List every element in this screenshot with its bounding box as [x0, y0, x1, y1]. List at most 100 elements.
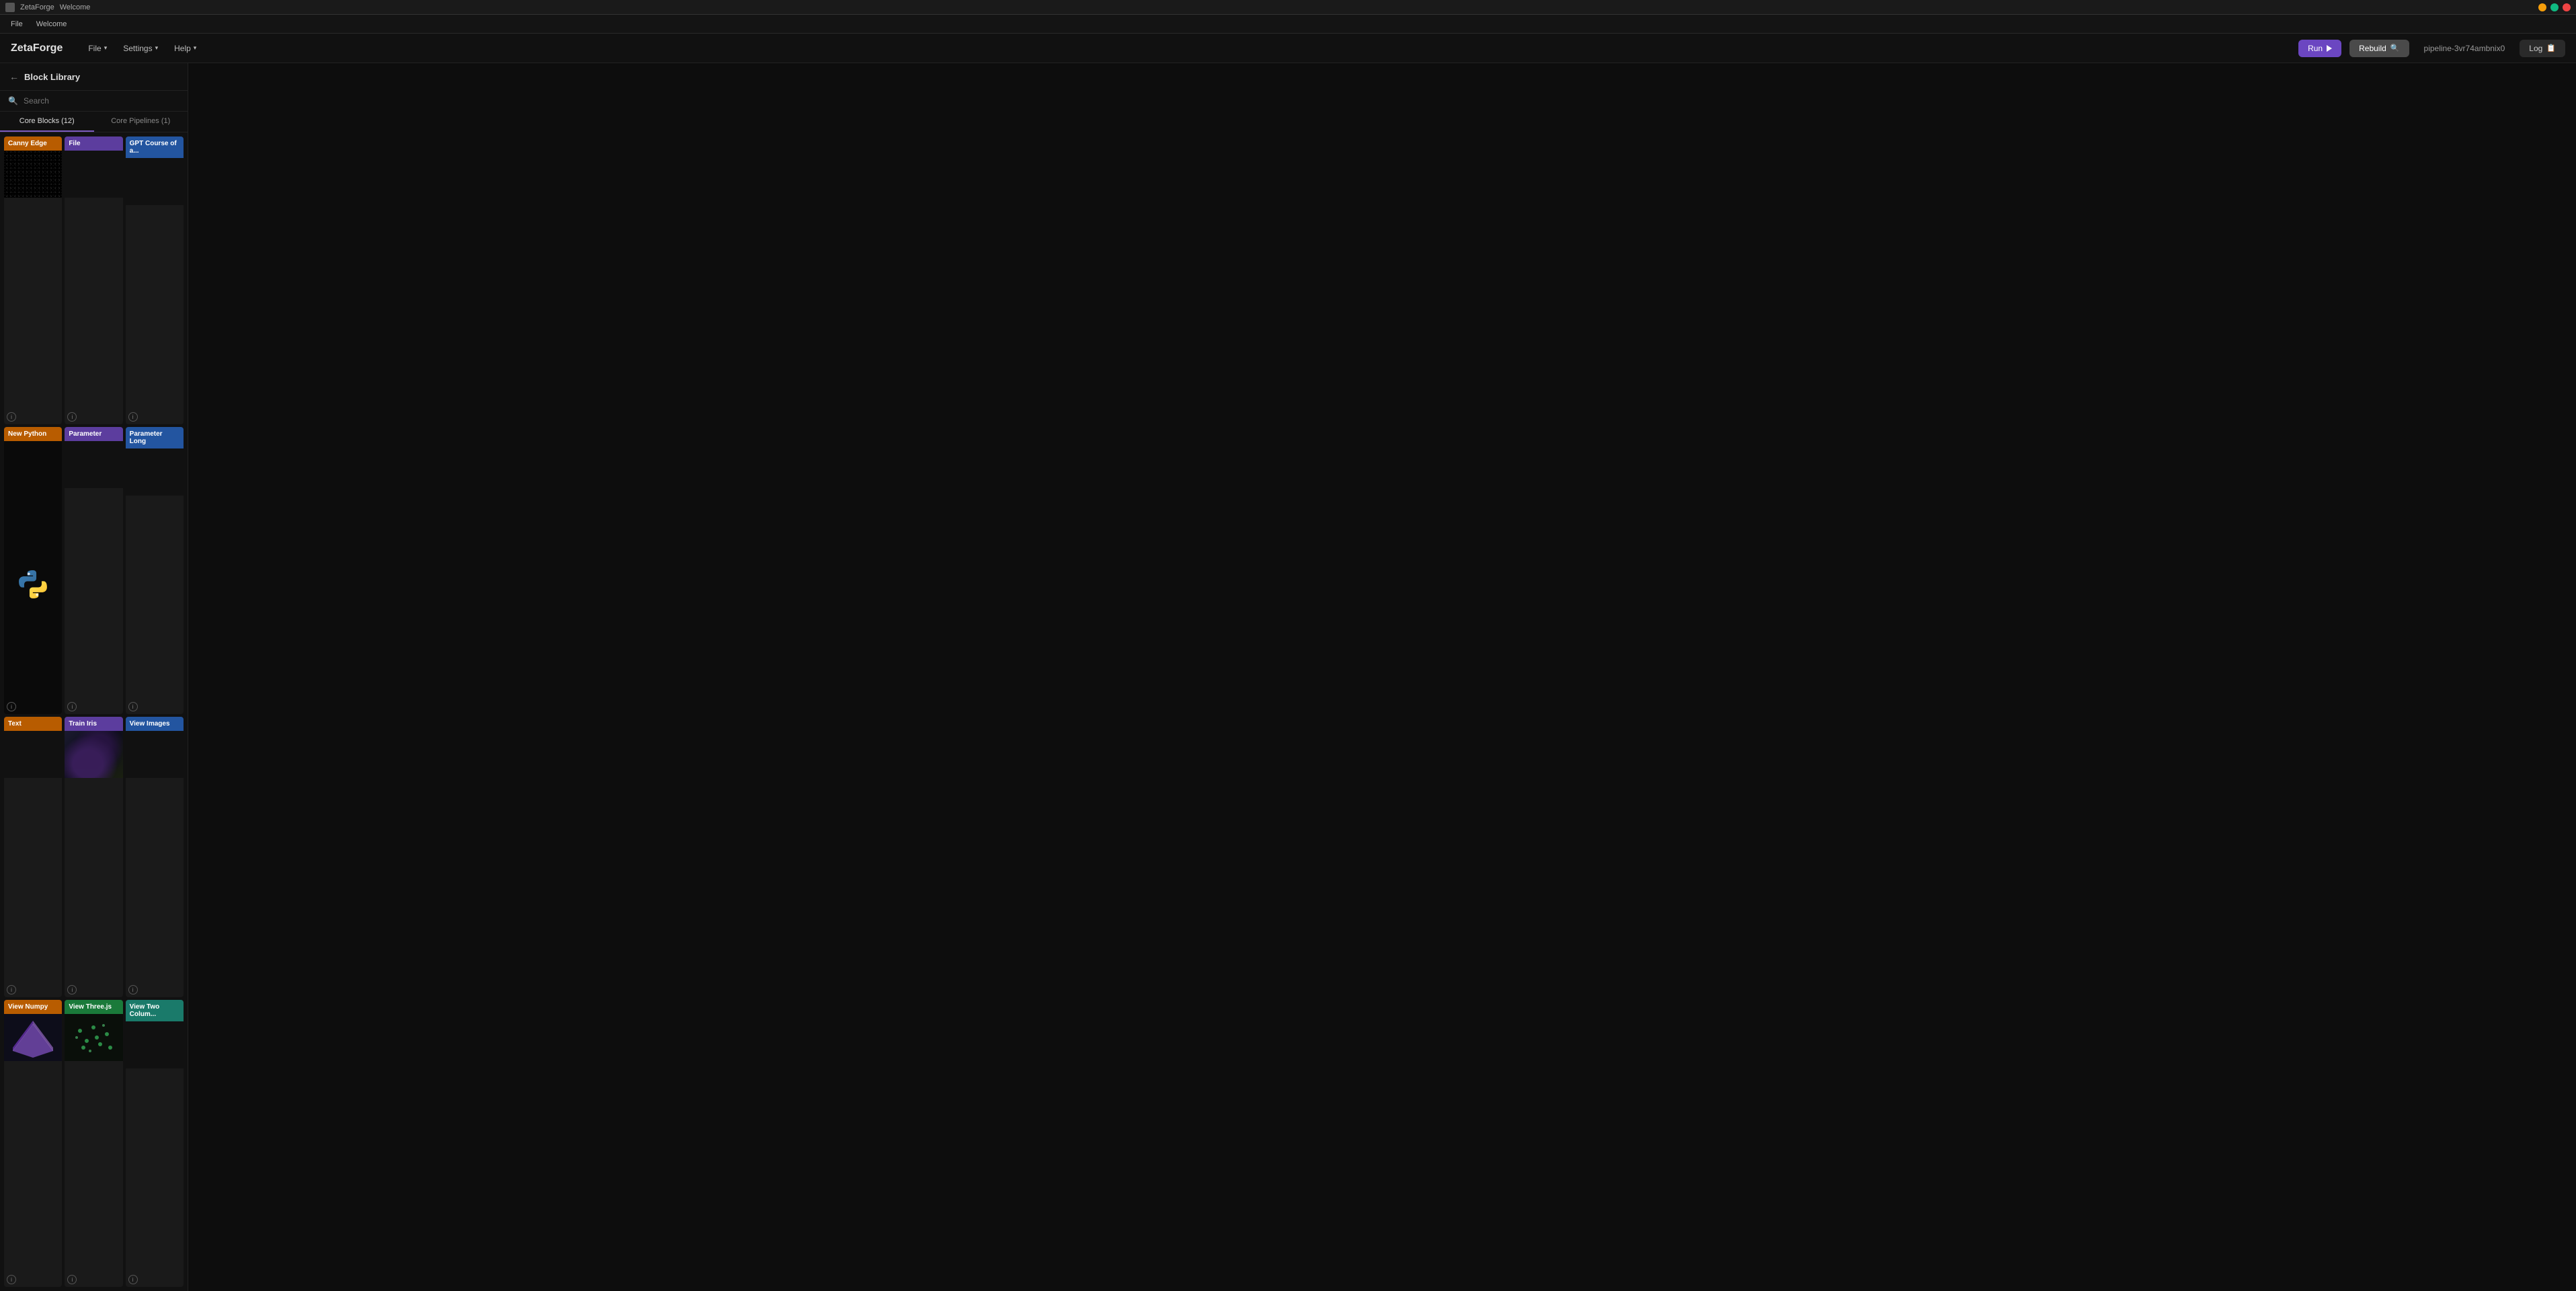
info-icon[interactable]: i [67, 1275, 77, 1284]
canny-thumb-image [4, 151, 62, 198]
list-item[interactable]: GPT Course of a... i [126, 136, 184, 424]
chevron-icon: ▾ [194, 44, 197, 52]
list-item[interactable]: View Images i [126, 717, 184, 997]
block-thumb-parameter-long [126, 448, 184, 496]
block-thumb-gpt [126, 158, 184, 205]
block-info-icon[interactable]: i [7, 702, 16, 711]
chevron-icon: ▾ [155, 44, 159, 52]
list-item[interactable]: Train Iris i [65, 717, 122, 997]
python-logo-icon [17, 569, 48, 600]
block-info-icon[interactable]: i [67, 1275, 77, 1284]
close-btn[interactable] [2563, 3, 2571, 11]
menu-bar: File Welcome [0, 15, 2576, 34]
block-info-icon[interactable]: i [128, 702, 138, 711]
main-layout: ← Block Library 🔍 Core Blocks (12) Core … [0, 63, 2576, 1291]
search-icon: 🔍 [2390, 44, 2400, 52]
back-button[interactable]: ← [9, 71, 19, 82]
sidebar-header: ← Block Library [0, 63, 188, 91]
app-icon [5, 3, 15, 12]
search-box: 🔍 [0, 91, 188, 112]
info-icon[interactable]: i [67, 702, 77, 711]
pipeline-id: pipeline-3vr74ambnix0 [2417, 41, 2512, 56]
info-icon[interactable]: i [7, 985, 16, 994]
list-item[interactable]: Text i [4, 717, 62, 997]
block-label-canny-edge: Canny Edge [4, 136, 62, 151]
menu-file[interactable]: File [5, 19, 28, 30]
block-info-icon[interactable]: i [7, 1275, 16, 1284]
block-label-view-three: View Three.js [65, 1000, 122, 1014]
info-icon[interactable]: i [128, 985, 138, 994]
threejs-scatter-chart [70, 1017, 117, 1058]
block-info-icon[interactable]: i [128, 1275, 138, 1284]
info-icon[interactable]: i [7, 702, 16, 711]
toolbar-menu: File ▾ Settings ▾ Help ▾ [81, 41, 203, 56]
list-item[interactable]: Parameter i [65, 427, 122, 715]
block-label-view-two-columns: View Two Colum... [126, 1000, 184, 1021]
list-item[interactable]: New Python [4, 427, 62, 715]
info-icon[interactable]: i [128, 1275, 138, 1284]
list-item[interactable]: View Two Colum... i [126, 1000, 184, 1288]
log-button[interactable]: Log 📋 [2520, 40, 2565, 57]
block-thumb-text [4, 731, 62, 778]
block-thumb-view-numpy [4, 1014, 62, 1061]
toolbar: ZetaForge File ▾ Settings ▾ Help ▾ Run R… [0, 34, 2576, 63]
title-bar-tab: Welcome [60, 3, 91, 11]
tab-core-pipelines[interactable]: Core Pipelines (1) [94, 112, 188, 132]
window-controls [2538, 3, 2571, 11]
block-label-parameter: Parameter [65, 427, 122, 441]
sidebar-title: Block Library [24, 72, 80, 82]
play-icon [2327, 45, 2332, 52]
block-label-gpt: GPT Course of a... [126, 136, 184, 158]
info-icon[interactable]: i [128, 702, 138, 711]
info-icon[interactable]: i [7, 1275, 16, 1284]
block-label-text: Text [4, 717, 62, 731]
block-info-icon[interactable]: i [7, 985, 16, 994]
rebuild-label: Rebuild [2359, 44, 2386, 53]
sidebar: ← Block Library 🔍 Core Blocks (12) Core … [0, 63, 188, 1291]
search-input[interactable] [24, 96, 179, 106]
block-label-new-python: New Python [4, 427, 62, 441]
menu-settings-btn[interactable]: Settings ▾ [116, 41, 165, 56]
block-thumb-canny-edge [4, 151, 62, 198]
block-info-icon[interactable]: i [7, 412, 16, 422]
log-icon: 📋 [2546, 44, 2556, 52]
list-item[interactable]: View Three.js [65, 1000, 122, 1288]
block-grid: Canny Edge i File i GPT Course of a... [0, 132, 188, 1291]
info-icon[interactable]: i [128, 412, 138, 422]
maximize-btn[interactable] [2550, 3, 2559, 11]
block-label-file: File [65, 136, 122, 151]
app-logo: ZetaForge [11, 42, 63, 54]
block-info-icon[interactable]: i [67, 702, 77, 711]
list-item[interactable]: Parameter Long i [126, 427, 184, 715]
block-label-view-numpy: View Numpy [4, 1000, 62, 1014]
minimize-btn[interactable] [2538, 3, 2546, 11]
menu-help-btn[interactable]: Help ▾ [167, 41, 203, 56]
title-bar: ZetaForge Welcome [0, 0, 2576, 15]
run-label: Run [2308, 44, 2323, 53]
iris-image [65, 731, 122, 778]
canvas-area[interactable] [188, 63, 2576, 1291]
list-item[interactable]: File i [65, 136, 122, 424]
block-label-parameter-long: Parameter Long [126, 427, 184, 448]
block-thumb-new-python [4, 441, 62, 715]
info-icon[interactable]: i [67, 985, 77, 994]
block-thumb-view-two-columns [126, 1021, 184, 1068]
block-info-icon[interactable]: i [128, 412, 138, 422]
list-item[interactable]: Canny Edge i [4, 136, 62, 424]
run-button[interactable]: Run [2298, 40, 2341, 57]
info-icon[interactable]: i [67, 412, 77, 422]
title-bar-app-name: ZetaForge [20, 3, 54, 11]
info-icon[interactable]: i [7, 412, 16, 422]
tab-core-blocks[interactable]: Core Blocks (12) [0, 112, 94, 132]
tabs: Core Blocks (12) Core Pipelines (1) [0, 112, 188, 132]
menu-welcome[interactable]: Welcome [31, 19, 73, 30]
menu-file-btn[interactable]: File ▾ [81, 41, 114, 56]
block-info-icon[interactable]: i [128, 985, 138, 994]
list-item[interactable]: View Numpy i [4, 1000, 62, 1288]
block-thumb-parameter [65, 441, 122, 488]
rebuild-button[interactable]: Rebuild 🔍 [2349, 40, 2409, 57]
block-thumb-file [65, 151, 122, 198]
block-info-icon[interactable]: i [67, 985, 77, 994]
block-info-icon[interactable]: i [67, 412, 77, 422]
chevron-icon: ▾ [104, 44, 108, 52]
